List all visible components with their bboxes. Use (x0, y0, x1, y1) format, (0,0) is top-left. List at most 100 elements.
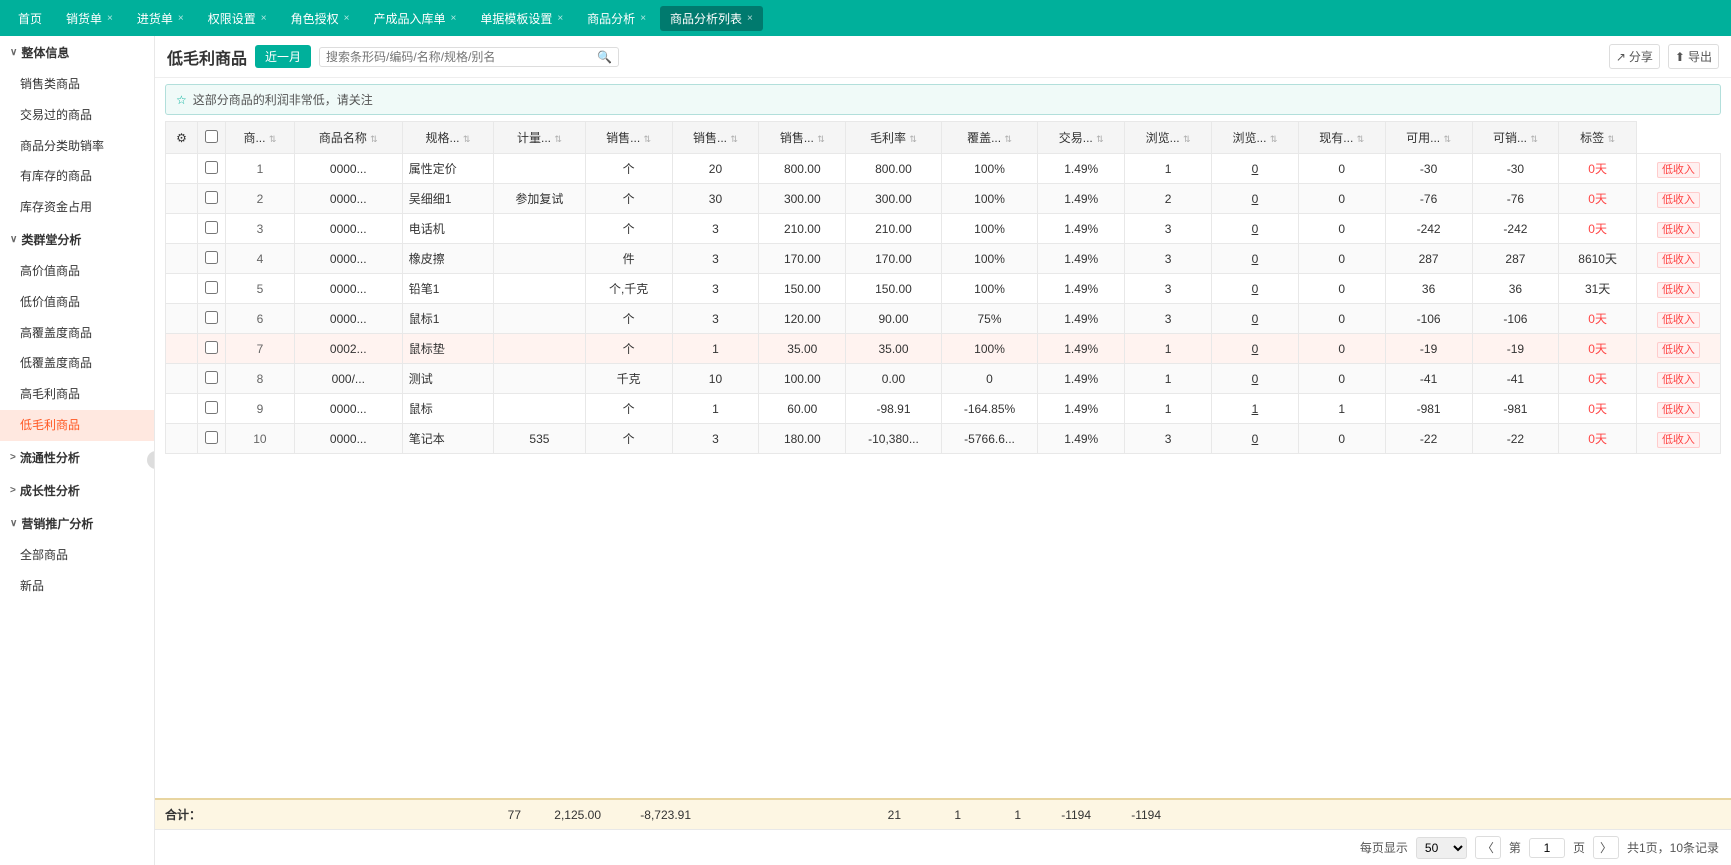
sort-icon[interactable]: ⇅ (730, 134, 738, 144)
sort-icon[interactable]: ⇅ (1530, 134, 1538, 144)
sort-icon[interactable]: ⇅ (269, 134, 277, 144)
next-page-button[interactable]: 〉 (1593, 836, 1619, 859)
search-icon[interactable]: 🔍 (597, 50, 612, 64)
filter-recent-month-button[interactable]: 近一月 (255, 45, 311, 68)
row-checkbox[interactable] (198, 364, 226, 394)
row-name[interactable]: 测试 (402, 364, 494, 394)
nav-purchase-order[interactable]: 进货单 × (127, 6, 194, 31)
row-checkbox[interactable] (198, 334, 226, 364)
browse1-link[interactable]: 0 (1252, 342, 1259, 356)
sort-icon[interactable]: ⇅ (1183, 134, 1191, 144)
sidebar-item-category-rate[interactable]: 商品分类助销率 (0, 131, 154, 162)
row-browse1[interactable]: 0 (1211, 334, 1298, 364)
row-name[interactable]: 吴细细1 (402, 184, 494, 214)
nav-template-setting[interactable]: 单据模板设置 × (470, 6, 573, 31)
browse1-link[interactable]: 1 (1252, 402, 1259, 416)
sidebar-item-stock-capital[interactable]: 库存资金占用 (0, 192, 154, 223)
row-checkbox[interactable] (198, 214, 226, 244)
row-name[interactable]: 鼠标垫 (402, 334, 494, 364)
row-checkbox[interactable] (198, 154, 226, 184)
sort-icon[interactable]: ⇅ (909, 134, 917, 144)
row-checkbox[interactable] (198, 304, 226, 334)
close-icon[interactable]: × (344, 13, 350, 24)
browse1-link[interactable]: 0 (1252, 162, 1259, 176)
nav-permission[interactable]: 权限设置 × (198, 6, 277, 31)
page-number-input[interactable] (1529, 838, 1565, 858)
row-browse1[interactable]: 0 (1211, 274, 1298, 304)
browse1-link[interactable]: 0 (1252, 222, 1259, 236)
sidebar-item-low-value[interactable]: 低价值商品 (0, 287, 154, 318)
sidebar-section-cluster[interactable]: ∨ 类群堂分析 (0, 223, 154, 256)
browse1-link[interactable]: 0 (1252, 252, 1259, 266)
row-browse1[interactable]: 0 (1211, 214, 1298, 244)
sidebar-section-marketing[interactable]: ∨ 营销推广分析 (0, 507, 154, 540)
sort-icon[interactable]: ⇅ (1270, 134, 1278, 144)
sidebar-item-new-products[interactable]: 新品 (0, 571, 154, 602)
search-input[interactable] (326, 50, 597, 64)
row-browse1[interactable]: 0 (1211, 364, 1298, 394)
sort-icon[interactable]: ⇅ (1608, 134, 1616, 144)
row-checkbox[interactable] (198, 244, 226, 274)
prev-page-button[interactable]: 〈 (1475, 836, 1501, 859)
row-name[interactable]: 橡皮擦 (402, 244, 494, 274)
export-button[interactable]: ⬆ 导出 (1668, 44, 1719, 69)
sidebar-item-all-products[interactable]: 全部商品 (0, 540, 154, 571)
per-page-select[interactable]: 50 100 (1416, 837, 1467, 859)
row-name[interactable]: 鼠标 (402, 394, 494, 424)
sort-icon[interactable]: ⇅ (644, 134, 652, 144)
select-all-checkbox[interactable] (205, 130, 218, 143)
sort-icon[interactable]: ⇅ (1096, 134, 1104, 144)
sidebar-section-growth[interactable]: > 成长性分析 (0, 474, 154, 507)
row-checkbox[interactable] (198, 394, 226, 424)
browse1-link[interactable]: 0 (1252, 192, 1259, 206)
close-icon[interactable]: × (261, 13, 267, 24)
browse1-link[interactable]: 0 (1252, 282, 1259, 296)
sidebar-item-high-value[interactable]: 高价值商品 (0, 256, 154, 287)
sidebar-item-low-coverage[interactable]: 低覆盖度商品 (0, 348, 154, 379)
close-icon[interactable]: × (557, 13, 563, 24)
nav-product-analysis[interactable]: 商品分析 × (577, 6, 656, 31)
nav-sales-order[interactable]: 销货单 × (56, 6, 123, 31)
nav-product-analysis-list[interactable]: 商品分析列表 × (660, 6, 763, 31)
sidebar-item-stock-products[interactable]: 有库存的商品 (0, 161, 154, 192)
nav-product-entry[interactable]: 产成品入库单 × (363, 6, 466, 31)
browse1-link[interactable]: 0 (1252, 432, 1259, 446)
row-browse1[interactable]: 0 (1211, 244, 1298, 274)
sidebar-section-flow[interactable]: > 流通性分析 (0, 441, 154, 474)
row-name[interactable]: 笔记本 (402, 424, 494, 454)
row-browse1[interactable]: 0 (1211, 304, 1298, 334)
sidebar-item-high-coverage[interactable]: 高覆盖度商品 (0, 318, 154, 349)
close-icon[interactable]: × (747, 13, 753, 24)
row-browse1[interactable]: 0 (1211, 154, 1298, 184)
row-checkbox[interactable] (198, 184, 226, 214)
share-button[interactable]: ↗ 分享 (1609, 44, 1660, 69)
sort-icon[interactable]: ⇅ (1004, 134, 1012, 144)
sort-icon[interactable]: ⇅ (1357, 134, 1365, 144)
close-icon[interactable]: × (450, 13, 456, 24)
sort-icon[interactable]: ⇅ (817, 134, 825, 144)
close-icon[interactable]: × (640, 13, 646, 24)
sidebar-item-high-margin[interactable]: 高毛利商品 (0, 379, 154, 410)
sort-icon[interactable]: ⇅ (554, 134, 562, 144)
sidebar-item-sales-products[interactable]: 销售类商品 (0, 69, 154, 100)
sidebar-item-traded-products[interactable]: 交易过的商品 (0, 100, 154, 131)
sort-icon[interactable]: ⇅ (370, 134, 378, 144)
sidebar-item-low-margin[interactable]: 低毛利商品 (0, 410, 154, 441)
close-icon[interactable]: × (107, 13, 113, 24)
row-browse1[interactable]: 0 (1211, 184, 1298, 214)
row-browse1[interactable]: 0 (1211, 424, 1298, 454)
row-checkbox[interactable] (198, 274, 226, 304)
sort-icon[interactable]: ⇅ (1444, 134, 1452, 144)
browse1-link[interactable]: 0 (1252, 372, 1259, 386)
nav-role-auth[interactable]: 角色授权 × (281, 6, 360, 31)
row-browse1[interactable]: 1 (1211, 394, 1298, 424)
sidebar-section-overview[interactable]: ∨ 整体信息 (0, 36, 154, 69)
browse1-link[interactable]: 0 (1252, 312, 1259, 326)
row-name[interactable]: 铅笔1 (402, 274, 494, 304)
row-name[interactable]: 属性定价 (402, 154, 494, 184)
sort-icon[interactable]: ⇅ (463, 134, 471, 144)
close-icon[interactable]: × (178, 13, 184, 24)
row-checkbox[interactable] (198, 424, 226, 454)
row-name[interactable]: 鼠标1 (402, 304, 494, 334)
nav-home[interactable]: 首页 (8, 6, 52, 31)
